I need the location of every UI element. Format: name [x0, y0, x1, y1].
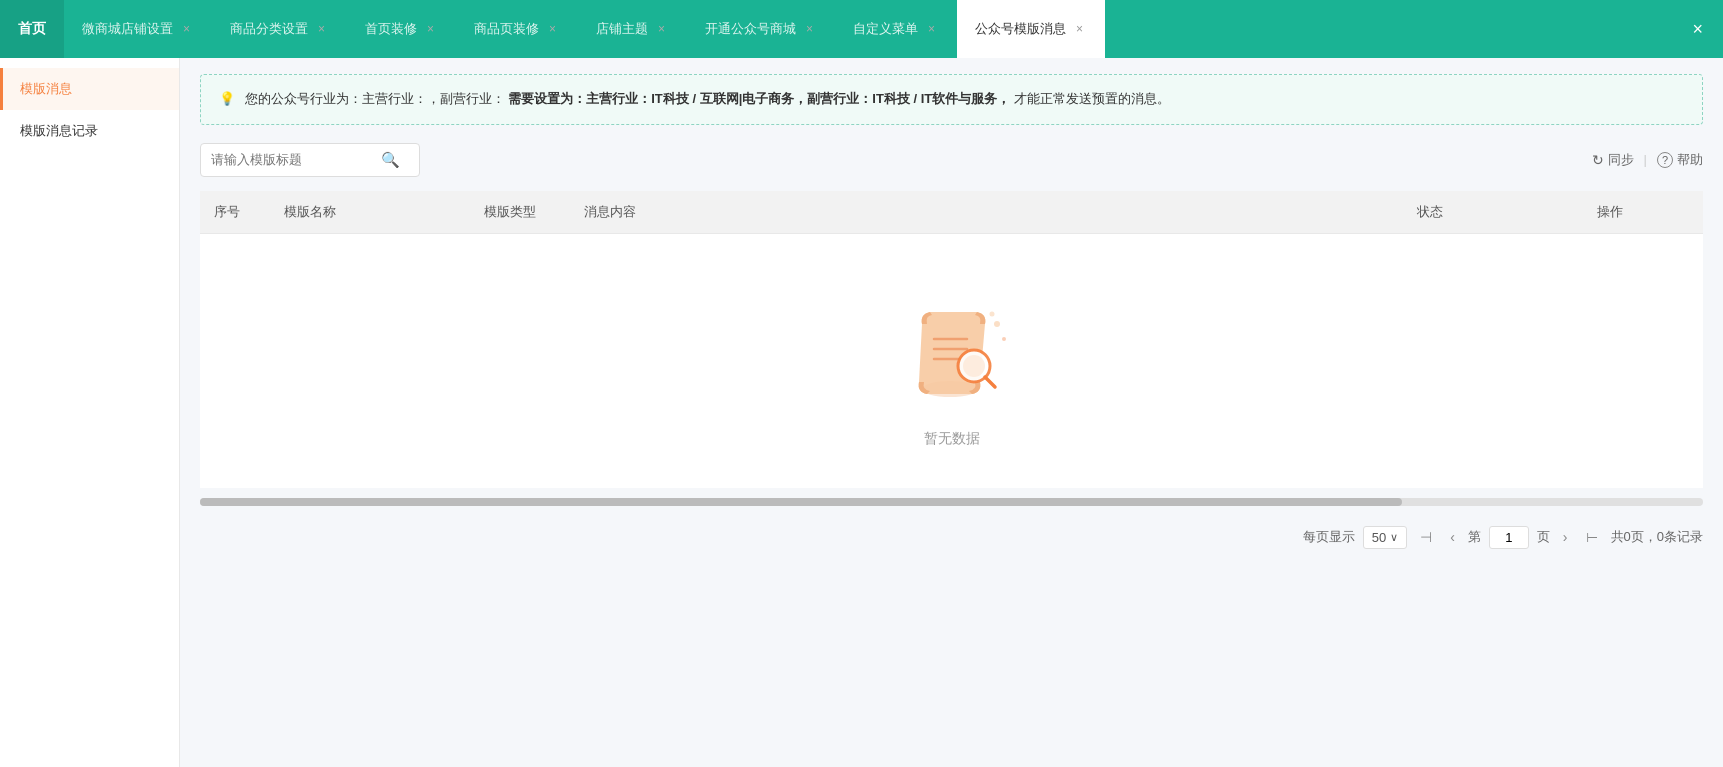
template-msg-label: 公众号模版消息	[975, 20, 1066, 38]
close-template-msg[interactable]: ×	[1072, 20, 1087, 38]
help-button[interactable]: ? 帮助	[1657, 151, 1703, 169]
nav-tab-open-wechat-mall[interactable]: 开通公众号商城 ×	[687, 0, 835, 58]
close-shop-theme[interactable]: ×	[654, 20, 669, 38]
shop-settings-label: 微商城店铺设置	[82, 20, 173, 38]
empty-state: 暂无数据	[200, 234, 1703, 488]
sync-label: 同步	[1608, 151, 1634, 169]
notice-box: 💡 您的公众号行业为：主营行业：，副营行业： 需要设置为：主营行业：IT科技 /…	[200, 74, 1703, 125]
next-page-button[interactable]: ›	[1558, 527, 1573, 547]
custom-menu-label: 自定义菜单	[853, 20, 918, 38]
close-open-wechat-mall[interactable]: ×	[802, 20, 817, 38]
open-wechat-mall-label: 开通公众号商城	[705, 20, 796, 38]
content-area: 💡 您的公众号行业为：主营行业：，副营行业： 需要设置为：主营行业：IT科技 /…	[180, 58, 1723, 767]
col-header-status: 状态	[1403, 191, 1583, 234]
close-shop-settings[interactable]: ×	[179, 20, 194, 38]
nav-tab-custom-menu[interactable]: 自定义菜单 ×	[835, 0, 957, 58]
table-body: 暂无数据	[200, 233, 1703, 488]
nav-tab-home[interactable]: 首页	[0, 0, 64, 58]
page-label: 页	[1537, 528, 1550, 546]
page-size-value: 50	[1372, 530, 1386, 545]
svg-point-8	[1002, 337, 1006, 341]
help-icon: ?	[1657, 152, 1673, 168]
search-divider: |	[1644, 152, 1647, 167]
sync-button[interactable]: ↻ 同步	[1592, 151, 1634, 169]
search-left: 🔍	[200, 143, 420, 177]
empty-illustration	[892, 294, 1012, 414]
prev-page-button[interactable]: ‹	[1445, 527, 1460, 547]
search-input-wrap: 🔍	[200, 143, 420, 177]
top-navigation: 首页 微商城店铺设置 × 商品分类设置 × 首页装修 × 商品页装修 × 店铺主…	[0, 0, 1723, 58]
sidebar-item-template-message-record[interactable]: 模版消息记录	[0, 110, 179, 152]
scrollbar-thumb[interactable]	[200, 498, 1402, 506]
svg-point-9	[989, 311, 994, 316]
product-category-label: 商品分类设置	[230, 20, 308, 38]
empty-row: 暂无数据	[200, 233, 1703, 488]
total-label: 共0页，0条记录	[1611, 528, 1703, 546]
search-right: ↻ 同步 | ? 帮助	[1592, 151, 1703, 169]
homepage-decor-label: 首页装修	[365, 20, 417, 38]
notice-prefix: 您的公众号行业为：主营行业：，副营行业：	[245, 91, 505, 106]
first-page-button[interactable]: ⊣	[1415, 527, 1437, 547]
page-word-first: 第	[1468, 528, 1481, 546]
nav-tab-homepage-decor[interactable]: 首页装修 ×	[347, 0, 456, 58]
current-page-input[interactable]	[1489, 526, 1529, 549]
nav-tab-shop-theme[interactable]: 店铺主题 ×	[578, 0, 687, 58]
col-header-name: 模版名称	[270, 191, 470, 234]
notice-highlight: 需要设置为：主营行业：IT科技 / 互联网|电子商务，副营行业：IT科技 / I…	[508, 91, 1010, 106]
shop-theme-label: 店铺主题	[596, 20, 648, 38]
search-input[interactable]	[201, 152, 381, 167]
help-label: 帮助	[1677, 151, 1703, 169]
nav-tab-product-category[interactable]: 商品分类设置 ×	[212, 0, 347, 58]
close-homepage-decor[interactable]: ×	[423, 20, 438, 38]
empty-text: 暂无数据	[924, 430, 980, 448]
sidebar: 模版消息 模版消息记录	[0, 58, 180, 767]
svg-line-6	[985, 377, 995, 387]
per-page-label: 每页显示	[1303, 528, 1355, 546]
nav-tab-product-decor[interactable]: 商品页装修 ×	[456, 0, 578, 58]
sidebar-item-template-message[interactable]: 模版消息	[0, 68, 179, 110]
svg-point-5	[963, 355, 985, 377]
close-product-category[interactable]: ×	[314, 20, 329, 38]
notice-icon: 💡	[219, 91, 235, 106]
search-icon[interactable]: 🔍	[381, 151, 408, 169]
page-size-select[interactable]: 50 ∨	[1363, 526, 1407, 549]
col-header-content: 消息内容	[570, 191, 1403, 234]
col-header-action: 操作	[1583, 191, 1703, 234]
close-custom-menu[interactable]: ×	[924, 20, 939, 38]
nav-tab-shop-settings[interactable]: 微商城店铺设置 ×	[64, 0, 212, 58]
main-layout: 模版消息 模版消息记录 💡 您的公众号行业为：主营行业：，副营行业： 需要设置为…	[0, 58, 1723, 767]
sync-icon: ↻	[1592, 152, 1604, 168]
page-size-arrow: ∨	[1390, 531, 1398, 544]
sidebar-label-template-message-record: 模版消息记录	[20, 123, 98, 138]
close-product-decor[interactable]: ×	[545, 20, 560, 38]
product-decor-label: 商品页装修	[474, 20, 539, 38]
horizontal-scrollbar[interactable]	[200, 498, 1703, 506]
notice-suffix: 才能正常发送预置的消息。	[1014, 91, 1170, 106]
col-header-type: 模版类型	[470, 191, 570, 234]
col-header-seq: 序号	[200, 191, 270, 234]
sidebar-label-template-message: 模版消息	[20, 81, 72, 96]
data-table: 序号 模版名称 模版类型 消息内容 状态 操作	[200, 191, 1703, 488]
nav-tab-template-msg[interactable]: 公众号模版消息 ×	[957, 0, 1105, 58]
home-tab-label: 首页	[18, 20, 46, 38]
search-bar: 🔍 ↻ 同步 | ? 帮助	[200, 143, 1703, 177]
last-page-button[interactable]: ⊢	[1581, 527, 1603, 547]
pagination: 每页显示 50 ∨ ⊣ ‹ 第 页 › ⊢ 共0页，0条记录	[200, 516, 1703, 559]
svg-point-7	[994, 321, 1000, 327]
table-header-row: 序号 模版名称 模版类型 消息内容 状态 操作	[200, 191, 1703, 234]
global-close-button[interactable]: ×	[1672, 0, 1723, 58]
